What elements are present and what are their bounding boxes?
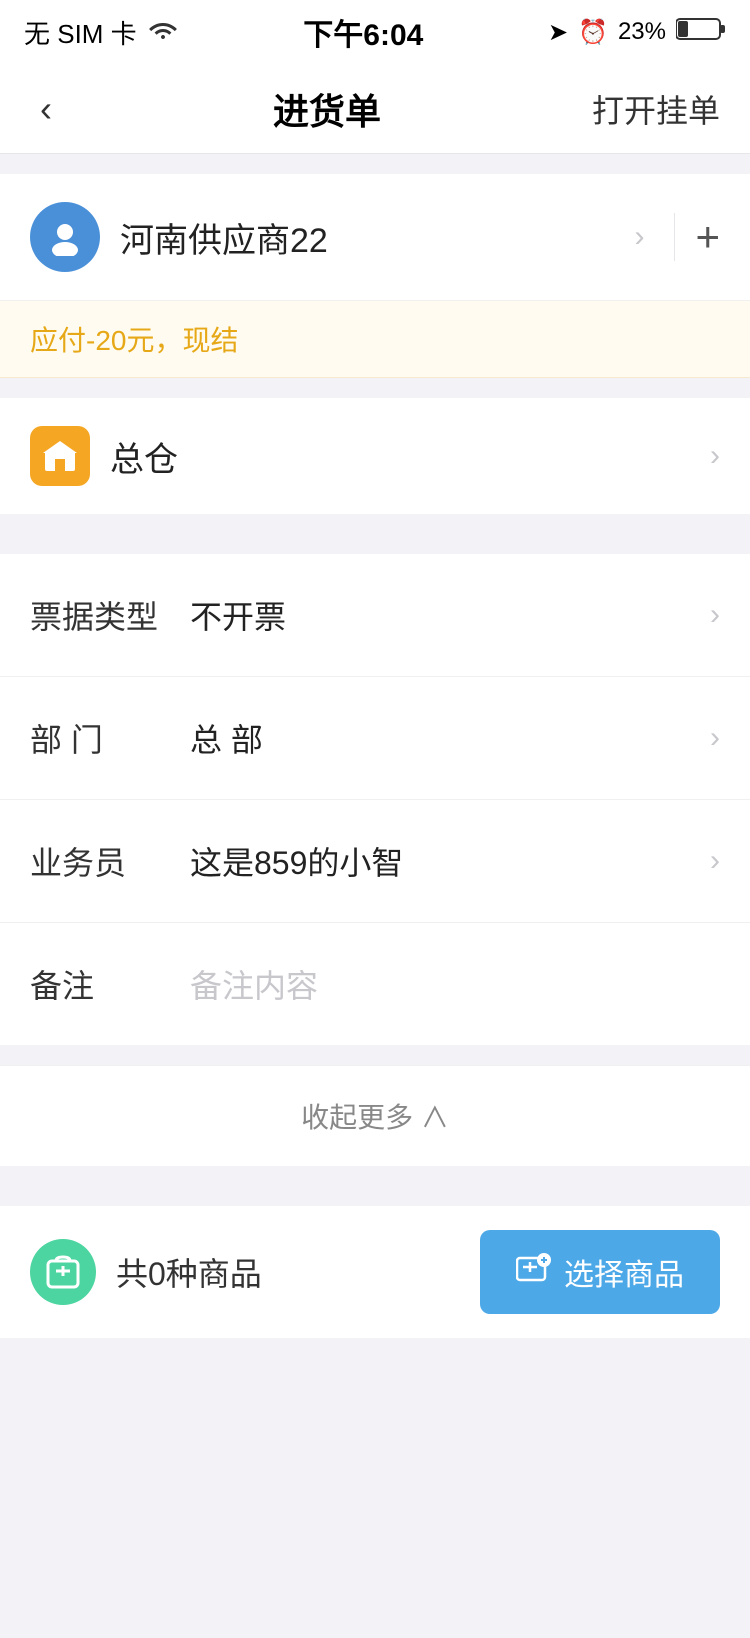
- warehouse-row[interactable]: 总仓 ›: [0, 398, 750, 514]
- salesperson-value: 这是859的小智: [170, 838, 710, 884]
- warehouse-icon: [30, 426, 90, 486]
- invoice-type-arrow-icon: ›: [710, 598, 720, 632]
- page-background: [0, 1338, 750, 1638]
- supplier-card: 河南供应商22 › + 应付-20元，现结: [0, 174, 750, 378]
- department-label: 部 门: [30, 715, 170, 761]
- remark-label: 备注: [30, 961, 170, 1007]
- warehouse-divider: [0, 514, 750, 534]
- remark-input[interactable]: 备注内容: [170, 961, 720, 1007]
- carrier-label: 无 SIM 卡: [24, 14, 137, 51]
- status-left: 无 SIM 卡: [24, 14, 179, 51]
- notice-row: 应付-20元，现结: [0, 301, 750, 378]
- supplier-name: 河南供应商22: [120, 213, 634, 262]
- invoice-type-label: 票据类型: [30, 592, 170, 638]
- add-supplier-button[interactable]: +: [674, 213, 720, 261]
- select-product-label: 选择商品: [564, 1250, 684, 1294]
- product-icon: [30, 1239, 96, 1305]
- invoice-type-value: 不开票: [170, 592, 710, 638]
- salesperson-arrow-icon: ›: [710, 844, 720, 878]
- time-label: 下午6:04: [303, 10, 423, 54]
- supplier-row[interactable]: 河南供应商22 › +: [0, 174, 750, 301]
- select-product-button[interactable]: 选择商品: [480, 1230, 720, 1314]
- department-arrow-icon: ›: [710, 721, 720, 755]
- battery-icon: [676, 16, 726, 49]
- select-product-icon: [516, 1253, 552, 1291]
- form-divider: [0, 1166, 750, 1186]
- nav-bar: ‹ 进货单 打开挂单: [0, 64, 750, 154]
- department-row[interactable]: 部 门 总 部 ›: [0, 677, 750, 800]
- page-title: 进货单: [273, 83, 381, 135]
- back-button[interactable]: ‹: [30, 78, 62, 140]
- collapse-button[interactable]: 收起更多 ∧: [0, 1065, 750, 1166]
- warehouse-name: 总仓: [110, 432, 710, 481]
- status-right: ➤ ⏰ 23%: [548, 16, 726, 49]
- wifi-icon: [147, 17, 179, 48]
- status-bar: 无 SIM 卡 下午6:04 ➤ ⏰ 23%: [0, 0, 750, 64]
- form-section: 票据类型 不开票 › 部 门 总 部 › 业务员 这是859的小智 › 备注 备…: [0, 554, 750, 1045]
- product-bar: 共0种商品 选择商品: [0, 1206, 750, 1338]
- top-divider: [0, 154, 750, 174]
- department-value: 总 部: [170, 715, 710, 761]
- supplier-arrow-icon: ›: [634, 220, 644, 254]
- alarm-icon: ⏰: [578, 18, 608, 47]
- battery-label: 23%: [618, 18, 666, 46]
- product-count-label: 共0种商品: [116, 1249, 480, 1295]
- open-pending-button[interactable]: 打开挂单: [592, 86, 720, 132]
- salesperson-label: 业务员: [30, 838, 170, 884]
- remark-row[interactable]: 备注 备注内容: [0, 923, 750, 1045]
- salesperson-row[interactable]: 业务员 这是859的小智 ›: [0, 800, 750, 923]
- location-icon: ➤: [548, 18, 568, 47]
- supplier-divider: [0, 378, 750, 398]
- invoice-type-row[interactable]: 票据类型 不开票 ›: [0, 554, 750, 677]
- warehouse-arrow-icon: ›: [710, 439, 720, 473]
- warehouse-card: 总仓 ›: [0, 398, 750, 514]
- avatar: [30, 202, 100, 272]
